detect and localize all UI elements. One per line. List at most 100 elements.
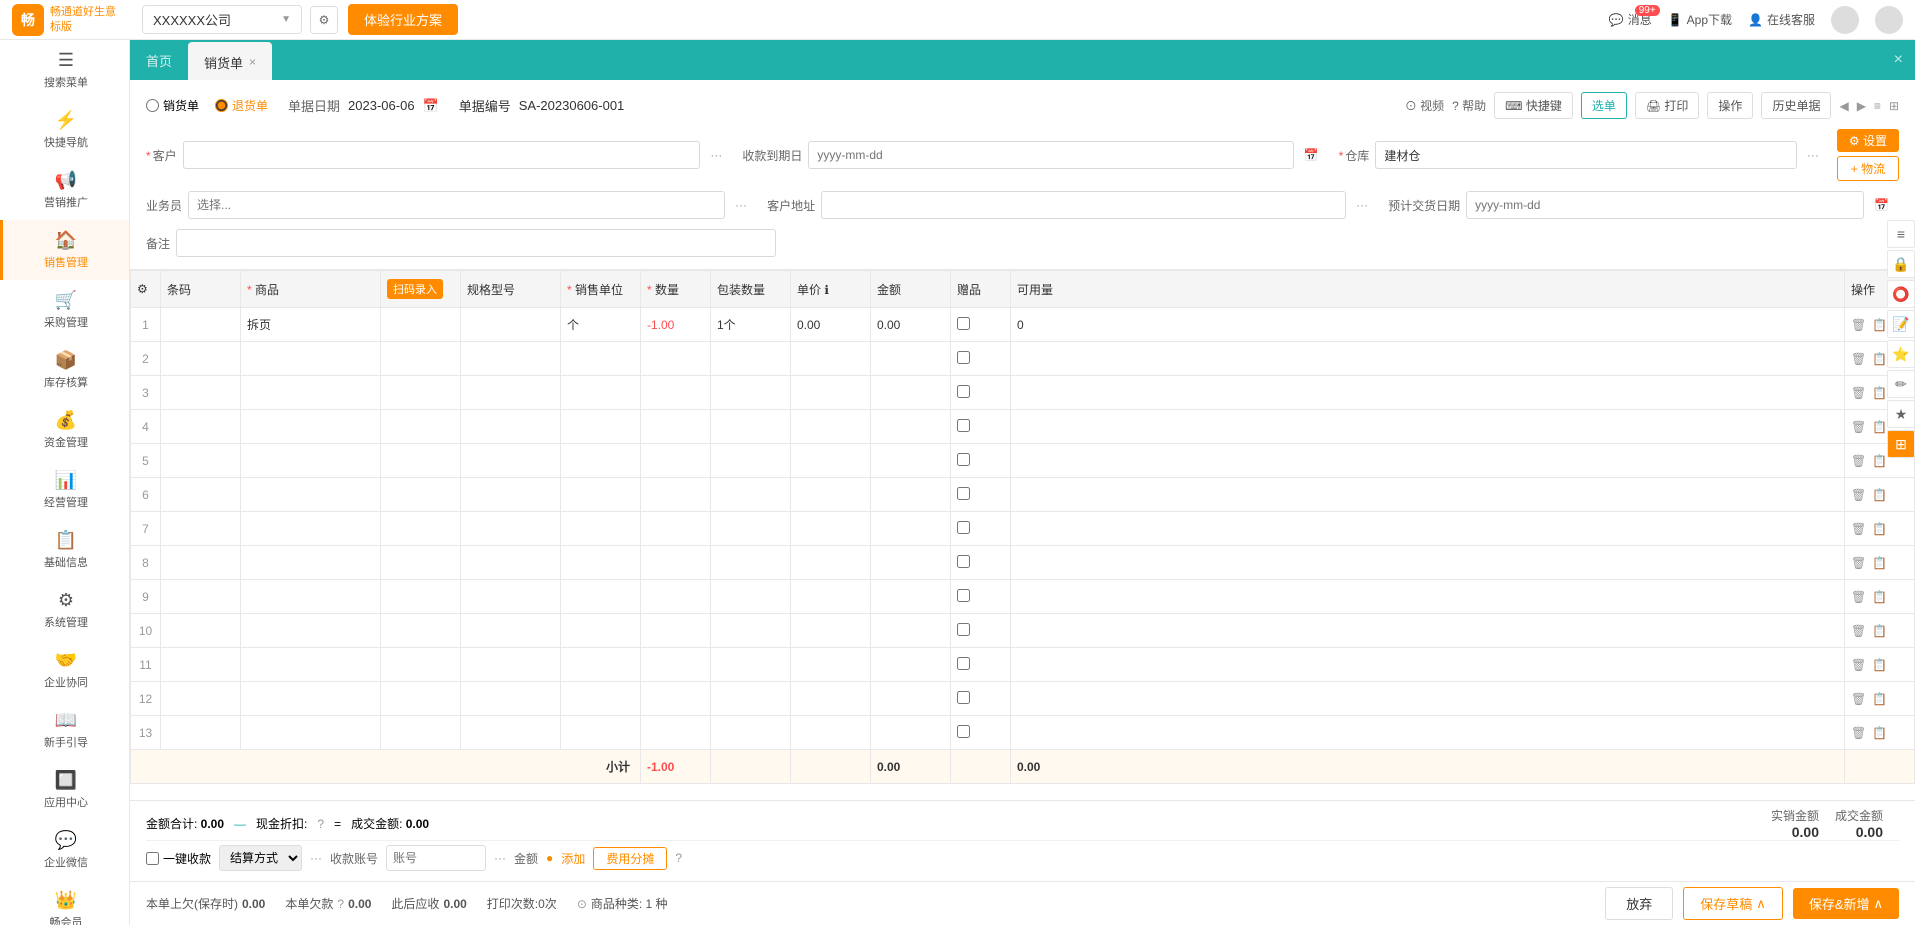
col-scan[interactable]: 扫码录入 bbox=[381, 271, 461, 308]
copy-icon[interactable]: 📋 bbox=[1872, 624, 1887, 638]
float-icon-2[interactable]: 🔒 bbox=[1887, 250, 1915, 278]
cell-product[interactable]: 拆页 bbox=[241, 308, 381, 342]
salesperson-input[interactable] bbox=[188, 191, 725, 219]
copy-icon[interactable]: 📋 bbox=[1872, 658, 1887, 672]
cell-product[interactable] bbox=[241, 580, 381, 614]
radio-return-order[interactable]: 退货单 bbox=[215, 97, 268, 114]
sidebar-item-basic[interactable]: 📋 基础信息 bbox=[0, 520, 129, 580]
settings-button[interactable]: ⚙ bbox=[310, 6, 338, 34]
delete-icon[interactable]: 🗑 bbox=[1851, 420, 1866, 434]
avatar2[interactable] bbox=[1875, 6, 1903, 34]
actions-btn[interactable]: 操作 bbox=[1707, 92, 1753, 119]
cell-qty[interactable] bbox=[641, 716, 711, 750]
delete-icon[interactable]: 🗑 bbox=[1851, 522, 1866, 536]
expense-split-button[interactable]: 费用分摊 bbox=[593, 847, 667, 870]
cell-product[interactable] bbox=[241, 512, 381, 546]
cell-price[interactable]: 0.00 bbox=[791, 308, 871, 342]
service-button[interactable]: 👤 在线客服 bbox=[1748, 11, 1815, 28]
copy-icon[interactable]: 📋 bbox=[1872, 522, 1887, 536]
cell-barcode[interactable] bbox=[161, 682, 241, 716]
cell-spec[interactable] bbox=[461, 410, 561, 444]
remark-input[interactable] bbox=[176, 229, 776, 257]
add-payment-button[interactable]: 添加 bbox=[561, 850, 585, 867]
cell-price[interactable] bbox=[791, 580, 871, 614]
delete-icon[interactable]: 🗑 bbox=[1851, 556, 1866, 570]
cell-gift[interactable] bbox=[951, 308, 1011, 342]
cell-barcode[interactable] bbox=[161, 478, 241, 512]
help-icon3[interactable]: ? bbox=[337, 897, 344, 911]
calc-method-dots[interactable]: ··· bbox=[310, 851, 322, 865]
cell-product[interactable] bbox=[241, 716, 381, 750]
cell-barcode[interactable] bbox=[161, 376, 241, 410]
video-icon[interactable]: ⊙ 视频 bbox=[1405, 97, 1444, 114]
cell-barcode[interactable] bbox=[161, 342, 241, 376]
view-list-icon[interactable]: ≡ bbox=[1874, 99, 1881, 113]
message-button[interactable]: 💬 消息 99+ bbox=[1609, 11, 1652, 28]
cell-price[interactable] bbox=[791, 648, 871, 682]
radio-sales-order[interactable]: 销货单 bbox=[146, 97, 199, 114]
cell-barcode[interactable] bbox=[161, 716, 241, 750]
cell-product[interactable] bbox=[241, 682, 381, 716]
copy-icon[interactable]: 📋 bbox=[1872, 386, 1887, 400]
tab-close-all-icon[interactable]: × bbox=[1894, 51, 1903, 69]
copy-icon[interactable]: 📋 bbox=[1872, 352, 1887, 366]
cell-qty[interactable] bbox=[641, 546, 711, 580]
cell-gift[interactable] bbox=[951, 376, 1011, 410]
delete-icon[interactable]: 🗑 bbox=[1851, 726, 1866, 740]
copy-icon[interactable]: 📋 bbox=[1872, 318, 1887, 332]
nav-next-icon[interactable]: ▶ bbox=[1857, 99, 1866, 113]
cell-qty[interactable] bbox=[641, 342, 711, 376]
cell-spec[interactable] bbox=[461, 478, 561, 512]
pay-method-select[interactable]: 结算方式 bbox=[219, 845, 302, 871]
cell-barcode[interactable] bbox=[161, 512, 241, 546]
sidebar-item-member[interactable]: 👑 畅会员 bbox=[0, 880, 129, 925]
cell-barcode[interactable] bbox=[161, 580, 241, 614]
cell-spec[interactable] bbox=[461, 546, 561, 580]
tab-sales-order[interactable]: 销货单 × bbox=[188, 42, 272, 82]
cell-gift[interactable] bbox=[951, 716, 1011, 750]
float-icon-5[interactable]: ⭐ bbox=[1887, 340, 1915, 368]
cell-spec[interactable] bbox=[461, 444, 561, 478]
cell-product[interactable] bbox=[241, 444, 381, 478]
delete-icon[interactable]: 🗑 bbox=[1851, 454, 1866, 468]
refresh-icon[interactable]: ⊙ bbox=[577, 897, 587, 911]
cell-qty[interactable] bbox=[641, 410, 711, 444]
cell-spec[interactable] bbox=[461, 308, 561, 342]
nav-prev-icon[interactable]: ◀ bbox=[1839, 99, 1848, 113]
copy-icon[interactable]: 📋 bbox=[1872, 454, 1887, 468]
sidebar-item-guide[interactable]: 📖 新手引导 bbox=[0, 700, 129, 760]
print-btn[interactable]: 🖨 打印 bbox=[1635, 92, 1700, 119]
customer-address-input[interactable] bbox=[821, 191, 1346, 219]
savenew-chevron-icon[interactable]: ∧ bbox=[1873, 896, 1883, 912]
cell-spec[interactable] bbox=[461, 342, 561, 376]
cell-price[interactable] bbox=[791, 376, 871, 410]
calendar-icon[interactable]: 📅 bbox=[423, 98, 439, 114]
cell-qty[interactable] bbox=[641, 512, 711, 546]
discard-button[interactable]: 放弃 bbox=[1605, 887, 1673, 920]
float-icon-1[interactable]: ≡ bbox=[1887, 220, 1915, 248]
float-icon-7[interactable]: ★ bbox=[1887, 400, 1915, 428]
set-button[interactable]: ⚙ 设置 bbox=[1837, 129, 1899, 152]
company-selector[interactable]: XXXXXX公司 ▼ bbox=[142, 5, 302, 34]
delete-icon[interactable]: 🗑 bbox=[1851, 386, 1866, 400]
tab-home[interactable]: 首页 bbox=[130, 40, 188, 80]
sidebar-item-search[interactable]: ☰ 搜索菜单 bbox=[0, 40, 129, 100]
sidebar-item-marketing[interactable]: 📢 营销推广 bbox=[0, 160, 129, 220]
cell-barcode[interactable] bbox=[161, 308, 241, 342]
account-dots[interactable]: ··· bbox=[494, 851, 506, 865]
cell-spec[interactable] bbox=[461, 682, 561, 716]
cell-price[interactable] bbox=[791, 614, 871, 648]
cell-price[interactable] bbox=[791, 410, 871, 444]
salesperson-dots-icon[interactable]: ··· bbox=[735, 198, 747, 212]
copy-icon[interactable]: 📋 bbox=[1872, 726, 1887, 740]
sidebar-item-inventory[interactable]: 📦 库存核算 bbox=[0, 340, 129, 400]
warehouse-dots-icon[interactable]: ··· bbox=[1807, 148, 1819, 162]
address-dots-icon[interactable]: ··· bbox=[1356, 198, 1368, 212]
cell-qty[interactable] bbox=[641, 444, 711, 478]
cell-barcode[interactable] bbox=[161, 648, 241, 682]
cell-barcode[interactable] bbox=[161, 410, 241, 444]
delete-icon[interactable]: 🗑 bbox=[1851, 590, 1866, 604]
help-circle-icon[interactable]: ? bbox=[317, 817, 324, 831]
app-download-button[interactable]: 📱 App下载 bbox=[1668, 11, 1732, 28]
save-new-button[interactable]: 保存&新增 ∧ bbox=[1793, 888, 1899, 919]
